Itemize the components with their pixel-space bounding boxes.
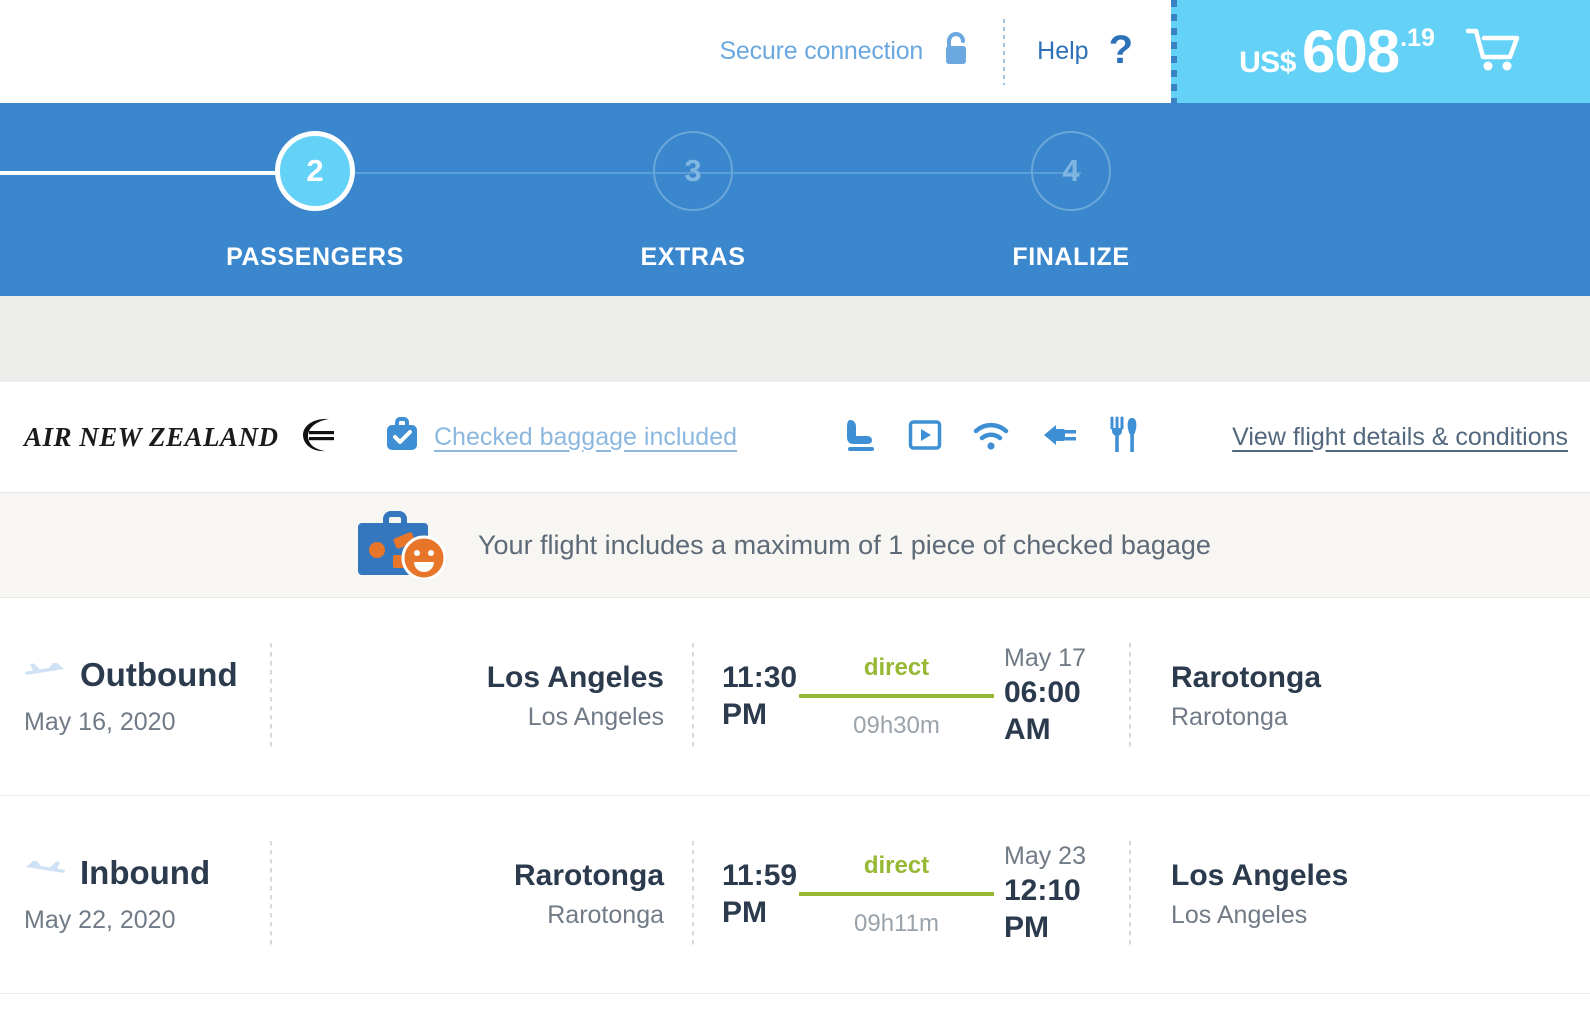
- suitcase-smiley-icon: [350, 507, 450, 584]
- plane-depart-icon: [24, 657, 66, 694]
- outbound-dest-airport: Rarotonga: [1171, 703, 1321, 732]
- baggage-banner-text: Your flight includes a maximum of 1 piec…: [478, 530, 1211, 561]
- outbound-depart-time: 11:30: [722, 660, 799, 697]
- inbound-arrive-col: May 23 12:10 PM: [994, 842, 1129, 946]
- outbound-stops-col: direct 09h30m: [799, 654, 994, 740]
- outbound-arrive-meridiem: AM: [1004, 712, 1129, 749]
- inbound-dest-airport: Los Angeles: [1171, 901, 1348, 930]
- inbound-depart-col: 11:59 PM: [694, 858, 799, 931]
- flight-row-inbound: Inbound May 22, 2020 Rarotonga Rarotonga…: [0, 796, 1590, 994]
- inbound-route-bar: [799, 892, 994, 896]
- cart-price-panel[interactable]: US$ 608 .19: [1171, 0, 1590, 103]
- airline-logo: AIR NEW ZEALAND: [24, 414, 384, 461]
- outbound-arrive-time: 06:00: [1004, 675, 1129, 712]
- stepper-step-results[interactable]: ULTS: [0, 163, 48, 224]
- outbound-date: May 16, 2020: [24, 708, 270, 737]
- inbound-destination-col: Los Angeles Los Angeles: [1131, 859, 1348, 930]
- stepper-circle-passengers: 2: [275, 131, 355, 211]
- outbound-depart-meridiem: PM: [722, 697, 799, 734]
- inbound-direction-col: Inbound May 22, 2020: [0, 854, 270, 935]
- inbound-arrive-time: 12:10: [1004, 873, 1129, 910]
- outbound-origin-airport: Los Angeles: [272, 703, 664, 732]
- checkout-stepper: ULTS 2 PASSENGERS 3 EXTRAS 4 FINALIZE: [0, 103, 1590, 296]
- outbound-depart-col: 11:30 PM: [694, 660, 799, 733]
- inbound-arrive-date: May 23: [1004, 842, 1129, 871]
- checked-baggage-block[interactable]: Checked baggage included: [384, 415, 844, 460]
- stepper-step-extras[interactable]: 3 EXTRAS: [573, 131, 813, 272]
- stepper-step-passengers[interactable]: 2 PASSENGERS: [195, 131, 435, 272]
- baggage-info-banner: Your flight includes a maximum of 1 piec…: [0, 493, 1590, 598]
- content-spacer-band: [0, 296, 1590, 382]
- checked-baggage-link[interactable]: Checked baggage included: [434, 423, 737, 452]
- amenities-list: [844, 416, 1232, 459]
- checked-baggage-icon: [384, 415, 420, 460]
- inbound-duration: 09h11m: [799, 910, 994, 938]
- inbound-depart-meridiem: PM: [722, 895, 799, 932]
- outbound-label: Outbound: [80, 656, 238, 694]
- price-cents: .19: [1400, 24, 1435, 53]
- price-amount: 608: [1302, 17, 1399, 86]
- currency-label: US$: [1239, 46, 1296, 80]
- outbound-destination-col: Rarotonga Rarotonga: [1131, 661, 1321, 732]
- outbound-direction-col: Outbound May 16, 2020: [0, 656, 270, 737]
- outbound-duration: 09h30m: [799, 712, 994, 740]
- help-button[interactable]: Help ?: [1037, 32, 1133, 72]
- shopping-cart-icon[interactable]: [1466, 25, 1522, 78]
- outbound-origin-city: Los Angeles: [272, 661, 664, 695]
- meal-icon: [1108, 416, 1138, 459]
- power-plug-icon: [1040, 419, 1078, 456]
- wifi-icon: [972, 419, 1010, 456]
- airline-name: AIR NEW ZEALAND: [24, 422, 279, 453]
- stepper-circle-extras: 3: [653, 131, 733, 211]
- stepper-label-results: ULTS: [0, 195, 48, 224]
- help-label: Help: [1037, 37, 1088, 66]
- outbound-dest-city: Rarotonga: [1171, 661, 1321, 695]
- plane-return-icon: [24, 855, 66, 892]
- inbound-dest-city: Los Angeles: [1171, 859, 1348, 893]
- outbound-stops-label: direct: [799, 654, 994, 682]
- outbound-route-bar: [799, 694, 994, 698]
- total-price: US$ 608 .19: [1239, 17, 1434, 86]
- stepper-label-extras: EXTRAS: [573, 243, 813, 272]
- outbound-arrive-col: May 17 06:00 AM: [994, 644, 1129, 748]
- secure-connection-label: Secure connection: [719, 37, 923, 66]
- airline-summary-row: AIR NEW ZEALAND Checked baggage included: [0, 382, 1590, 493]
- inbound-arrive-meridiem: PM: [1004, 910, 1129, 947]
- top-header: Secure connection Help ? US$ 608 .19: [0, 0, 1590, 103]
- inbound-origin-city: Rarotonga: [272, 859, 664, 893]
- secure-connection-indicator: Secure connection: [719, 31, 971, 72]
- outbound-origin-col: Los Angeles Los Angeles: [272, 661, 692, 732]
- inbound-label: Inbound: [80, 854, 210, 892]
- video-icon: [908, 418, 942, 457]
- lock-icon: [941, 31, 971, 72]
- inbound-stops-label: direct: [799, 852, 994, 880]
- inbound-origin-col: Rarotonga Rarotonga: [272, 859, 692, 930]
- inbound-stops-col: direct 09h11m: [799, 852, 994, 938]
- inbound-origin-airport: Rarotonga: [272, 901, 664, 930]
- seat-icon: [844, 417, 878, 458]
- view-flight-details-link[interactable]: View flight details & conditions: [1232, 423, 1568, 452]
- stepper-step-finalize[interactable]: 4 FINALIZE: [951, 131, 1191, 272]
- inbound-depart-time: 11:59: [722, 858, 799, 895]
- stepper-circle-finalize: 4: [1031, 131, 1111, 211]
- header-divider: [1003, 19, 1005, 85]
- stepper-label-passengers: PASSENGERS: [195, 243, 435, 272]
- stepper-label-finalize: FINALIZE: [951, 243, 1191, 272]
- outbound-arrive-date: May 17: [1004, 644, 1129, 673]
- inbound-date: May 22, 2020: [24, 906, 270, 935]
- flight-row-outbound: Outbound May 16, 2020 Los Angeles Los An…: [0, 598, 1590, 796]
- koru-logo-icon: [289, 414, 335, 461]
- question-mark-icon: ?: [1109, 30, 1133, 70]
- header-utility-area: Secure connection Help ?: [0, 0, 1171, 103]
